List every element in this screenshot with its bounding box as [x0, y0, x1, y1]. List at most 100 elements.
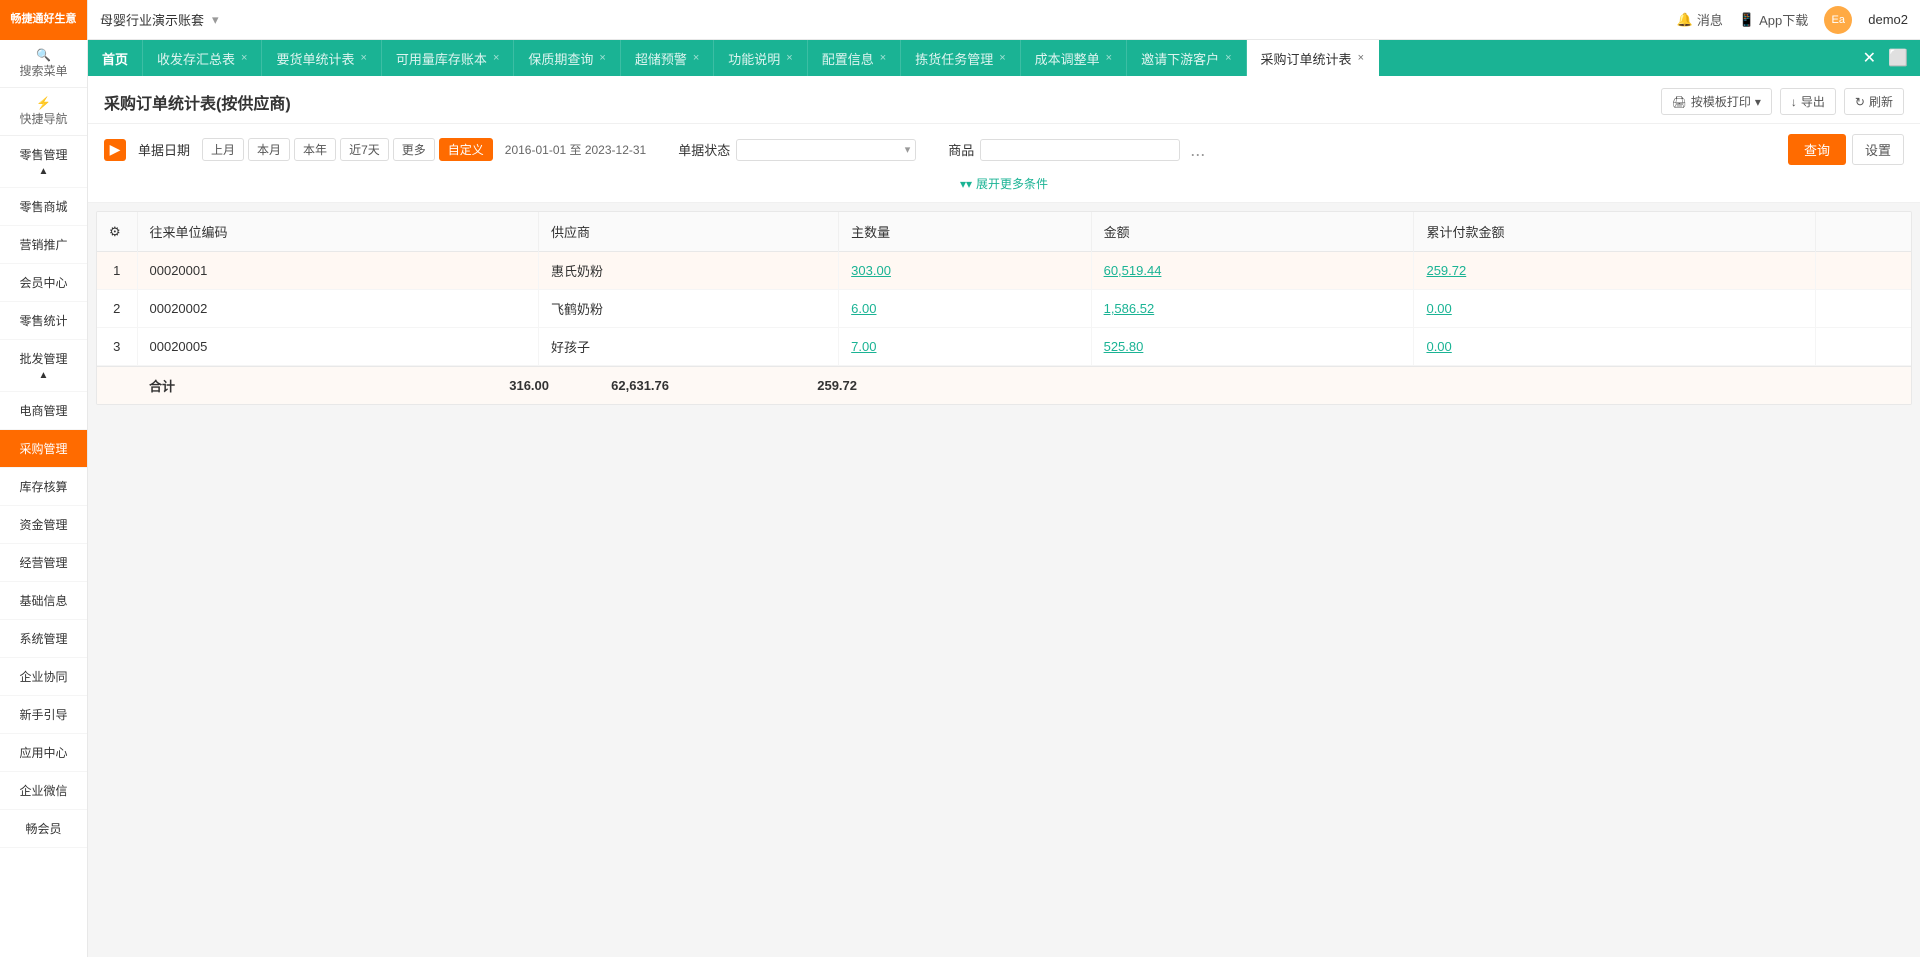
row-code: 00020001: [137, 252, 539, 290]
sidebar-item-retail-shop[interactable]: 零售商城: [0, 188, 87, 226]
tab-close-cost-adj[interactable]: ×: [1106, 52, 1112, 64]
sidebar-item-biz-mgmt[interactable]: 经营管理: [0, 544, 87, 582]
table-row[interactable]: 1 00020001 惠氏奶粉 303.00 60,519.44 259.72: [97, 252, 1911, 290]
sidebar-quick-nav[interactable]: ⚡ 快捷导航: [0, 88, 87, 136]
sidebar-item-enterprise[interactable]: 企业协同: [0, 658, 87, 696]
footer-total-label: 合计: [149, 376, 429, 395]
chevron-down-icon[interactable]: ▾: [212, 12, 219, 28]
date-7days-button[interactable]: 近7天: [340, 138, 389, 161]
page-title: 采购订单统计表(按供应商): [104, 90, 291, 114]
sidebar-item-sys-mgmt[interactable]: 系统管理: [0, 620, 87, 658]
more-options-button[interactable]: ...: [1186, 141, 1209, 159]
template-print-button[interactable]: 🖨 按模板打印 ▾: [1661, 88, 1772, 115]
tab-close-purchase-stat[interactable]: ×: [1358, 52, 1364, 64]
tab-config[interactable]: 配置信息 ×: [808, 40, 901, 76]
goods-input[interactable]: [980, 139, 1180, 161]
date-last-month-button[interactable]: 上月: [202, 138, 244, 161]
refresh-button[interactable]: ↻ 刷新: [1844, 88, 1904, 115]
filter-area: ▶ 单据日期 上月 本月 本年 近7天 更多 自定义 2016-01-01 至 …: [88, 124, 1920, 203]
chevron-icon: ▲: [39, 166, 49, 177]
sidebar-item-inventory[interactable]: 库存核算: [0, 468, 87, 506]
sidebar-item-batch-mgmt[interactable]: 批发管理▲: [0, 340, 87, 392]
message-button[interactable]: 🔔 消息: [1677, 10, 1723, 29]
tab-close-recv-send[interactable]: ×: [241, 52, 247, 64]
sidebar-item-newbie[interactable]: 新手引导: [0, 696, 87, 734]
tab-order-stat[interactable]: 要货单统计表 ×: [262, 40, 381, 76]
table-row[interactable]: 3 00020005 好孩子 7.00 525.80 0.00: [97, 328, 1911, 366]
row-index: 2: [97, 290, 137, 328]
date-more-button[interactable]: 更多: [393, 138, 435, 161]
footer-total-paid: 259.72: [677, 378, 857, 393]
topbar: 母婴行业演示账套 ▾ 🔔 消息 📱 App下载 Ea demo2: [88, 0, 1920, 40]
row-supplier: 好孩子: [539, 328, 839, 366]
filter-status: 单据状态: [678, 139, 916, 161]
sidebar: 畅捷通好生意 🔍 搜索菜单 ⚡ 快捷导航 零售管理▲ 零售商城 营销推广 会员中…: [0, 0, 88, 957]
footer-total-amount: 62,631.76: [569, 378, 669, 393]
tab-func-desc[interactable]: 功能说明 ×: [714, 40, 807, 76]
expand-more-button[interactable]: ▾▾ 展开更多条件: [960, 169, 1048, 192]
sidebar-item-ecommerce[interactable]: 电商管理: [0, 392, 87, 430]
tab-pick-task[interactable]: 拣货任务管理 ×: [901, 40, 1020, 76]
purchase-stat-table: ⚙ 往来单位编码 供应商 主数量 金额 累计付款金额 1 00020001 惠氏…: [97, 212, 1911, 366]
query-button[interactable]: 查询: [1788, 134, 1846, 165]
date-custom-button[interactable]: 自定义: [439, 138, 493, 161]
tab-close-avail-stock[interactable]: ×: [493, 52, 499, 64]
tab-overstock[interactable]: 超储预警 ×: [621, 40, 714, 76]
row-amount: 525.80: [1091, 328, 1414, 366]
username-label: demo2: [1868, 12, 1908, 27]
tab-close-pick-task[interactable]: ×: [999, 52, 1005, 64]
sidebar-item-marketing[interactable]: 营销推广: [0, 226, 87, 264]
sidebar-item-wechat[interactable]: 企业微信: [0, 772, 87, 810]
tab-invite[interactable]: 邀请下游客户 ×: [1127, 40, 1246, 76]
tab-home[interactable]: 首页: [88, 40, 143, 76]
date-this-year-button[interactable]: 本年: [294, 138, 336, 161]
row-paid: 0.00: [1414, 328, 1816, 366]
tab-expiry[interactable]: 保质期查询 ×: [514, 40, 620, 76]
row-paid: 259.72: [1414, 252, 1816, 290]
tab-close-func-desc[interactable]: ×: [786, 52, 792, 64]
filter-toggle-button[interactable]: ▶: [104, 139, 126, 161]
app-logo: 畅捷通好生意: [0, 0, 87, 40]
col-paid: 累计付款金额: [1414, 212, 1816, 252]
sidebar-item-retail-mgmt[interactable]: 零售管理▲: [0, 136, 87, 188]
app-download-button[interactable]: 📱 App下载: [1739, 10, 1808, 29]
export-button[interactable]: ↓ 导出: [1780, 88, 1836, 115]
sidebar-item-retail-stat[interactable]: 零售统计: [0, 302, 87, 340]
sidebar-search[interactable]: 🔍 搜索菜单: [0, 40, 87, 88]
table-row[interactable]: 2 00020002 飞鹤奶粉 6.00 1,586.52 0.00: [97, 290, 1911, 328]
user-avatar[interactable]: Ea: [1824, 6, 1852, 34]
settings-button[interactable]: 设置: [1852, 134, 1904, 165]
sidebar-item-basic-info[interactable]: 基础信息: [0, 582, 87, 620]
tab-recv-send[interactable]: 收发存汇总表 ×: [143, 40, 262, 76]
status-select-wrapper: [736, 139, 916, 161]
refresh-icon: ↻: [1855, 95, 1865, 109]
row-paid: 0.00: [1414, 290, 1816, 328]
tab-avail-stock[interactable]: 可用量库存账本 ×: [382, 40, 514, 76]
tab-close-invite[interactable]: ×: [1225, 52, 1231, 64]
expand-area: ▾▾ 展开更多条件: [104, 165, 1904, 192]
sidebar-item-member[interactable]: 会员中心: [0, 264, 87, 302]
col-extra: [1815, 212, 1911, 252]
tab-purchase-stat[interactable]: 采购订单统计表 ×: [1247, 40, 1379, 76]
sidebar-item-finance[interactable]: 资金管理: [0, 506, 87, 544]
sidebar-item-app-center[interactable]: 应用中心: [0, 734, 87, 772]
close-all-tabs-button[interactable]: ✕: [1859, 48, 1880, 68]
sidebar-item-purchase-mgmt[interactable]: 采购管理: [0, 430, 87, 468]
sidebar-item-member2[interactable]: 畅会员: [0, 810, 87, 848]
maximize-button[interactable]: ⬜: [1884, 48, 1912, 68]
bell-icon: 🔔: [1677, 12, 1693, 28]
status-select[interactable]: [736, 139, 916, 161]
filter-goods: 商品 ...: [948, 139, 1209, 161]
row-code: 00020005: [137, 328, 539, 366]
row-amount: 1,586.52: [1091, 290, 1414, 328]
tab-close-order-stat[interactable]: ×: [360, 52, 366, 64]
tab-close-expiry[interactable]: ×: [599, 52, 605, 64]
row-qty: 7.00: [839, 328, 1091, 366]
date-this-month-button[interactable]: 本月: [248, 138, 290, 161]
tab-cost-adj[interactable]: 成本调整单 ×: [1021, 40, 1127, 76]
row-supplier: 飞鹤奶粉: [539, 290, 839, 328]
row-index: 1: [97, 252, 137, 290]
tab-close-config[interactable]: ×: [880, 52, 886, 64]
tab-close-overstock[interactable]: ×: [693, 52, 699, 64]
date-preset-buttons: 上月 本月 本年 近7天 更多 自定义: [202, 138, 493, 161]
